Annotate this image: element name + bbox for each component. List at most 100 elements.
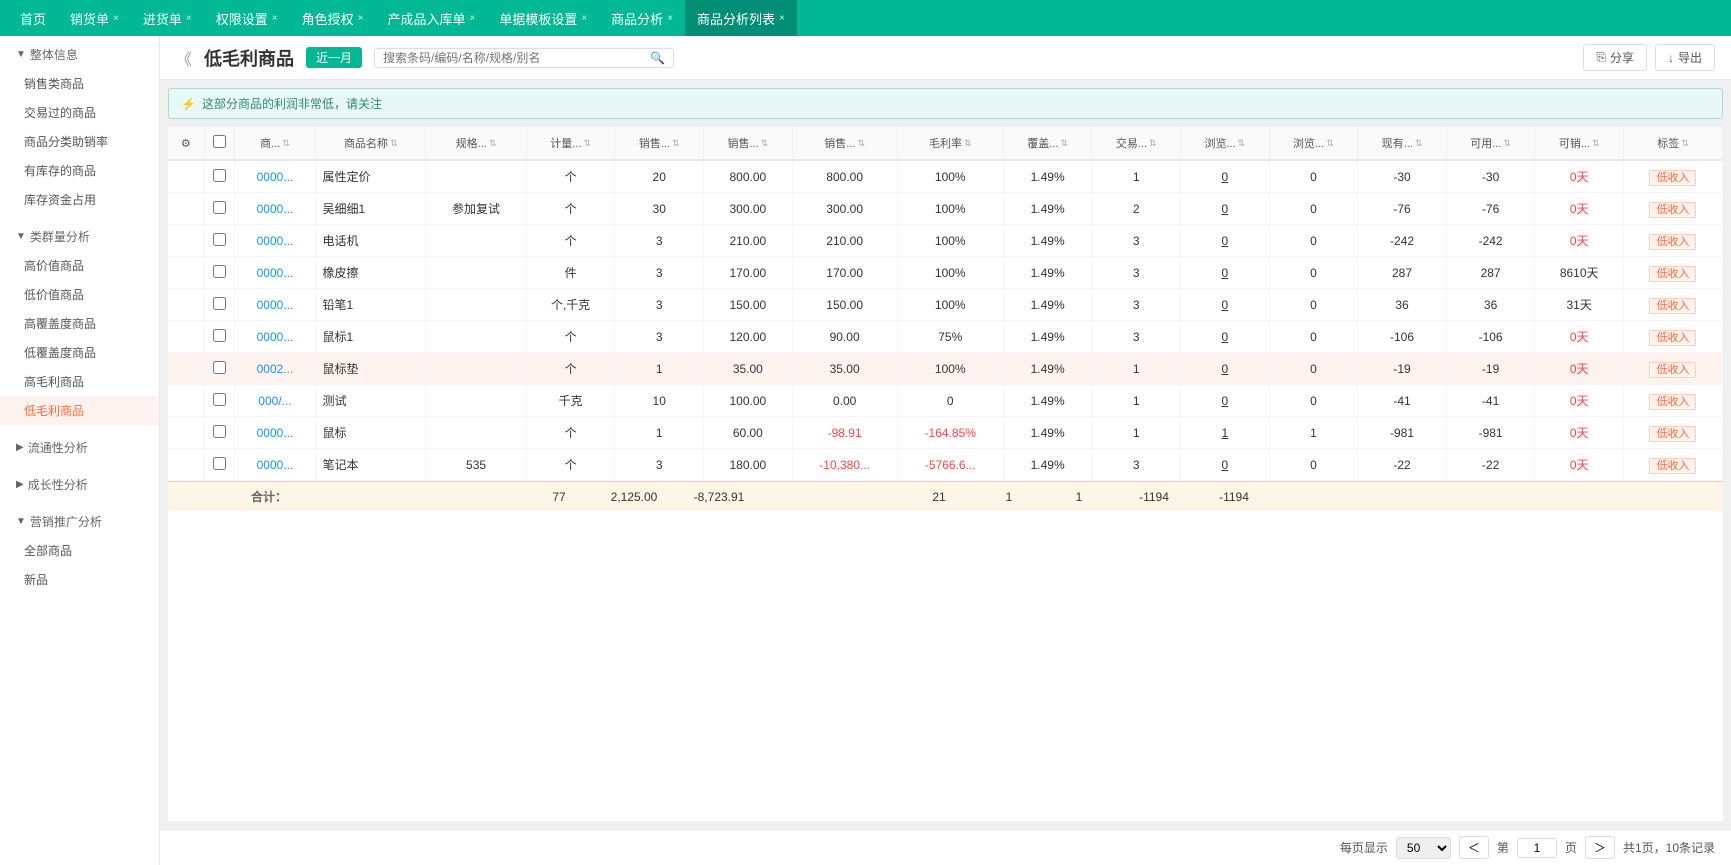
cell-views1: 0 — [1181, 353, 1270, 385]
cell-spec — [426, 257, 527, 289]
sidebar-item-all-products[interactable]: 全部商品 — [0, 536, 159, 565]
sidebar-item-traded-products[interactable]: 交易过的商品 — [0, 98, 159, 127]
nav-permission-settings[interactable]: 权限设置 × — [204, 0, 290, 36]
page-size-select[interactable]: 50 20 100 — [1396, 837, 1451, 859]
sidebar-item-low-coverage[interactable]: 低覆盖度商品 — [0, 338, 159, 367]
cell-sales-price: 300.00 — [704, 193, 793, 225]
cell-code: 0000... — [234, 417, 316, 449]
col-transactions[interactable]: 交易...⇅ — [1092, 127, 1181, 160]
sidebar-item-category-sales[interactable]: 商品分类助销率 — [0, 127, 159, 156]
col-saleable[interactable]: 可销...⇅ — [1535, 127, 1624, 160]
row-checkbox[interactable] — [213, 265, 226, 278]
settings-icon[interactable]: ⚙ — [181, 138, 191, 150]
nav-product-analysis-list[interactable]: 商品分析列表 × — [685, 0, 797, 36]
nav-purchase-order[interactable]: 进货单 × — [131, 0, 204, 36]
cell-sales-profit: 300.00 — [792, 193, 897, 225]
footer-sales-qty: 77 — [524, 490, 594, 504]
share-button[interactable]: ⎘ 分享 — [1583, 44, 1647, 71]
nav-close-icon[interactable]: × — [186, 13, 192, 24]
collapse-sidebar-btn[interactable]: 《 — [176, 46, 192, 70]
cell-saleable: 0天 — [1535, 225, 1624, 257]
cell-sales-price: 35.00 — [704, 353, 793, 385]
cell-sales-qty: 3 — [615, 449, 704, 481]
search-icon[interactable]: 🔍 — [650, 51, 665, 65]
col-current-stock[interactable]: 现有...⇅ — [1358, 127, 1447, 160]
col-name[interactable]: 商品名称⇅ — [316, 127, 426, 160]
nav-product-analysis[interactable]: 商品分析 × — [599, 0, 685, 36]
col-unit[interactable]: 计量...⇅ — [526, 127, 615, 160]
sidebar-group-growth[interactable]: ▶ 成长性分析 — [0, 470, 159, 499]
sidebar-item-high-coverage[interactable]: 高覆盖度商品 — [0, 309, 159, 338]
cell-sales-qty: 3 — [615, 225, 704, 257]
sidebar-item-stock-capital[interactable]: 库存资金占用 — [0, 185, 159, 214]
row-checkbox[interactable] — [213, 201, 226, 214]
cell-views1: 1 — [1181, 417, 1270, 449]
cell-coverage: 1.49% — [1003, 257, 1092, 289]
sidebar-item-low-margin[interactable]: 低毛利商品 — [0, 396, 159, 425]
col-tag[interactable]: 标签⇅ — [1623, 127, 1722, 160]
col-sales-price[interactable]: 销售...⇅ — [704, 127, 793, 160]
nav-template-settings[interactable]: 单据模板设置 × — [487, 0, 599, 36]
col-coverage[interactable]: 覆盖...⇅ — [1003, 127, 1092, 160]
row-checkbox[interactable] — [213, 393, 226, 406]
cell-sales-price: 150.00 — [704, 289, 793, 321]
sidebar-item-sales-products[interactable]: 销售类商品 — [0, 69, 159, 98]
footer-current-stock: -1194 — [1114, 490, 1194, 504]
sidebar-item-high-value[interactable]: 高价值商品 — [0, 251, 159, 280]
table-row: 0000... 铅笔1 个,千克 3 150.00 150.00 100% 1.… — [168, 289, 1723, 321]
sidebar-item-stocked-products[interactable]: 有库存的商品 — [0, 156, 159, 185]
nav-role-auth[interactable]: 角色授权 × — [290, 0, 376, 36]
row-checkbox[interactable] — [213, 233, 226, 246]
sidebar-item-low-value[interactable]: 低价值商品 — [0, 280, 159, 309]
nav-close-icon[interactable]: × — [779, 13, 785, 24]
select-all-checkbox[interactable] — [213, 135, 226, 148]
col-code[interactable]: 商...⇅ — [234, 127, 316, 160]
nav-home[interactable]: 首页 — [8, 0, 58, 36]
export-button[interactable]: ↓ 导出 — [1655, 44, 1715, 71]
nav-product-stock[interactable]: 产成品入库单 × — [375, 0, 487, 36]
cell-gross-margin: 100% — [897, 225, 1003, 257]
cell-name: 鼠标垫 — [316, 353, 426, 385]
col-sales-qty[interactable]: 销售...⇅ — [615, 127, 704, 160]
footer-label: 合计： — [234, 488, 304, 505]
cell-sales-qty: 3 — [615, 321, 704, 353]
col-gross-margin[interactable]: 毛利率⇅ — [897, 127, 1003, 160]
page-number-input[interactable] — [1517, 838, 1557, 858]
row-checkbox[interactable] — [213, 425, 226, 438]
col-sales-profit[interactable]: 销售...⇅ — [792, 127, 897, 160]
prev-page-btn[interactable]: ＜ — [1459, 836, 1489, 859]
table-row: 0000... 橡皮擦 件 3 170.00 170.00 100% 1.49%… — [168, 257, 1723, 289]
cell-checkbox — [204, 289, 234, 321]
nav-close-icon[interactable]: × — [113, 13, 119, 24]
sidebar-item-high-margin[interactable]: 高毛利商品 — [0, 367, 159, 396]
cell-sales-qty: 3 — [615, 257, 704, 289]
sidebar-group-marketing[interactable]: ▼ 营销推广分析 — [0, 507, 159, 536]
nav-close-icon[interactable]: × — [469, 13, 475, 24]
sidebar-group-liquidity[interactable]: ▶ 流通性分析 — [0, 433, 159, 462]
cell-unit: 个,千克 — [526, 289, 615, 321]
cell-saleable: 0天 — [1535, 321, 1624, 353]
col-spec[interactable]: 规格...⇅ — [426, 127, 527, 160]
next-page-btn[interactable]: ＞ — [1585, 836, 1615, 859]
col-views1[interactable]: 浏览...⇅ — [1181, 127, 1270, 160]
footer-sales-price: 2,125.00 — [594, 490, 674, 504]
row-checkbox[interactable] — [213, 297, 226, 310]
row-checkbox[interactable] — [213, 361, 226, 374]
nav-close-icon[interactable]: × — [581, 13, 587, 24]
search-input[interactable] — [383, 51, 650, 65]
col-views2[interactable]: 浏览...⇅ — [1269, 127, 1358, 160]
cell-current-stock: -41 — [1358, 385, 1447, 417]
col-available[interactable]: 可用...⇅ — [1446, 127, 1535, 160]
nav-sales-order[interactable]: 销货单 × — [58, 0, 131, 36]
row-checkbox[interactable] — [213, 169, 226, 182]
nav-close-icon[interactable]: × — [667, 13, 673, 24]
nav-close-icon[interactable]: × — [272, 13, 278, 24]
sidebar-item-new-products[interactable]: 新品 — [0, 565, 159, 594]
date-filter-btn[interactable]: 近一月 — [306, 47, 362, 68]
row-checkbox[interactable] — [213, 329, 226, 342]
row-checkbox[interactable] — [213, 457, 226, 470]
sidebar-group-cluster[interactable]: ▼ 类群量分析 — [0, 222, 159, 251]
sidebar-group-overview[interactable]: ▼ 整体信息 — [0, 40, 159, 69]
col-settings[interactable]: ⚙ — [168, 127, 204, 160]
nav-close-icon[interactable]: × — [358, 13, 364, 24]
